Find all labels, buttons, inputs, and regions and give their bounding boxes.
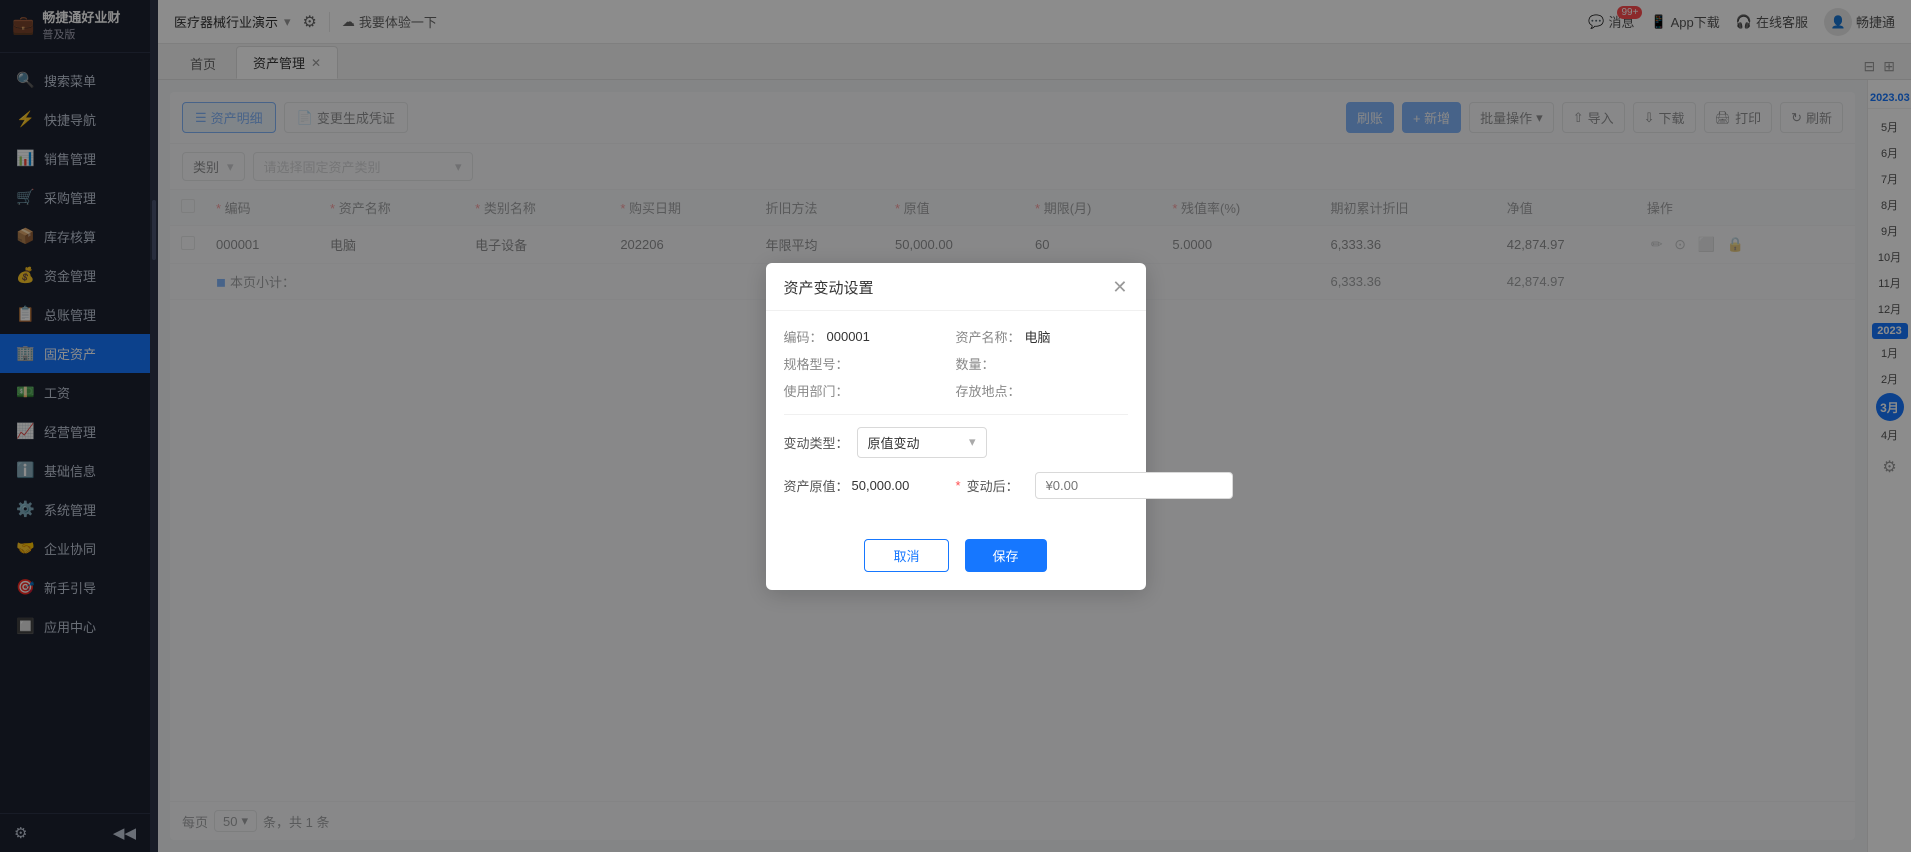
chevron-down-icon: ▾	[969, 434, 976, 450]
quantity-label: 数量：	[956, 354, 995, 373]
original-value-label: 资产原值：	[784, 476, 844, 495]
cancel-button[interactable]: 取消	[864, 539, 948, 572]
dialog-footer: 取消 保存	[766, 529, 1146, 590]
code-label: 编码：	[784, 327, 823, 346]
dialog-department-field: 使用部门：	[784, 381, 956, 400]
dialog-body: 编码： 000001 资产名称： 电脑 规格型号： 数量： 使用部门：	[766, 311, 1146, 529]
asset-name-label: 资产名称：	[956, 327, 1021, 346]
after-change-input[interactable]	[1035, 472, 1233, 499]
department-label: 使用部门：	[784, 381, 849, 400]
change-type-value: 原值变动	[868, 433, 920, 452]
dialog-name-field: 资产名称： 电脑	[956, 327, 1128, 346]
after-change-label: 变动后：	[967, 476, 1027, 495]
asset-name-value: 电脑	[1025, 327, 1051, 346]
code-value: 000001	[827, 329, 870, 344]
dialog-close-icon[interactable]: ✕	[1112, 277, 1127, 298]
dialog-quantity-field: 数量：	[956, 354, 1128, 373]
change-type-row: 变动类型： 原值变动 ▾	[784, 427, 1128, 458]
change-type-select[interactable]: 原值变动 ▾	[857, 427, 987, 458]
value-change-row: 资产原值： 50,000.00 * 变动后：	[784, 472, 1128, 499]
dialog-title: 资产变动设置	[784, 277, 874, 298]
save-button[interactable]: 保存	[965, 539, 1047, 572]
dialog-overlay: 资产变动设置 ✕ 编码： 000001 资产名称： 电脑 规格型号： 数量：	[0, 0, 1911, 852]
dialog-info-grid: 编码： 000001 资产名称： 电脑 规格型号： 数量： 使用部门：	[784, 327, 1128, 415]
location-label: 存放地点：	[956, 381, 1021, 400]
spec-label: 规格型号：	[784, 354, 849, 373]
dialog-spec-field: 规格型号：	[784, 354, 956, 373]
asset-change-dialog: 资产变动设置 ✕ 编码： 000001 资产名称： 电脑 规格型号： 数量：	[766, 263, 1146, 590]
dialog-location-field: 存放地点：	[956, 381, 1128, 400]
change-type-label: 变动类型：	[784, 433, 849, 452]
dialog-header: 资产变动设置 ✕	[766, 263, 1146, 311]
required-mark: *	[956, 478, 961, 493]
original-value: 50,000.00	[852, 478, 932, 493]
dialog-code-field: 编码： 000001	[784, 327, 956, 346]
